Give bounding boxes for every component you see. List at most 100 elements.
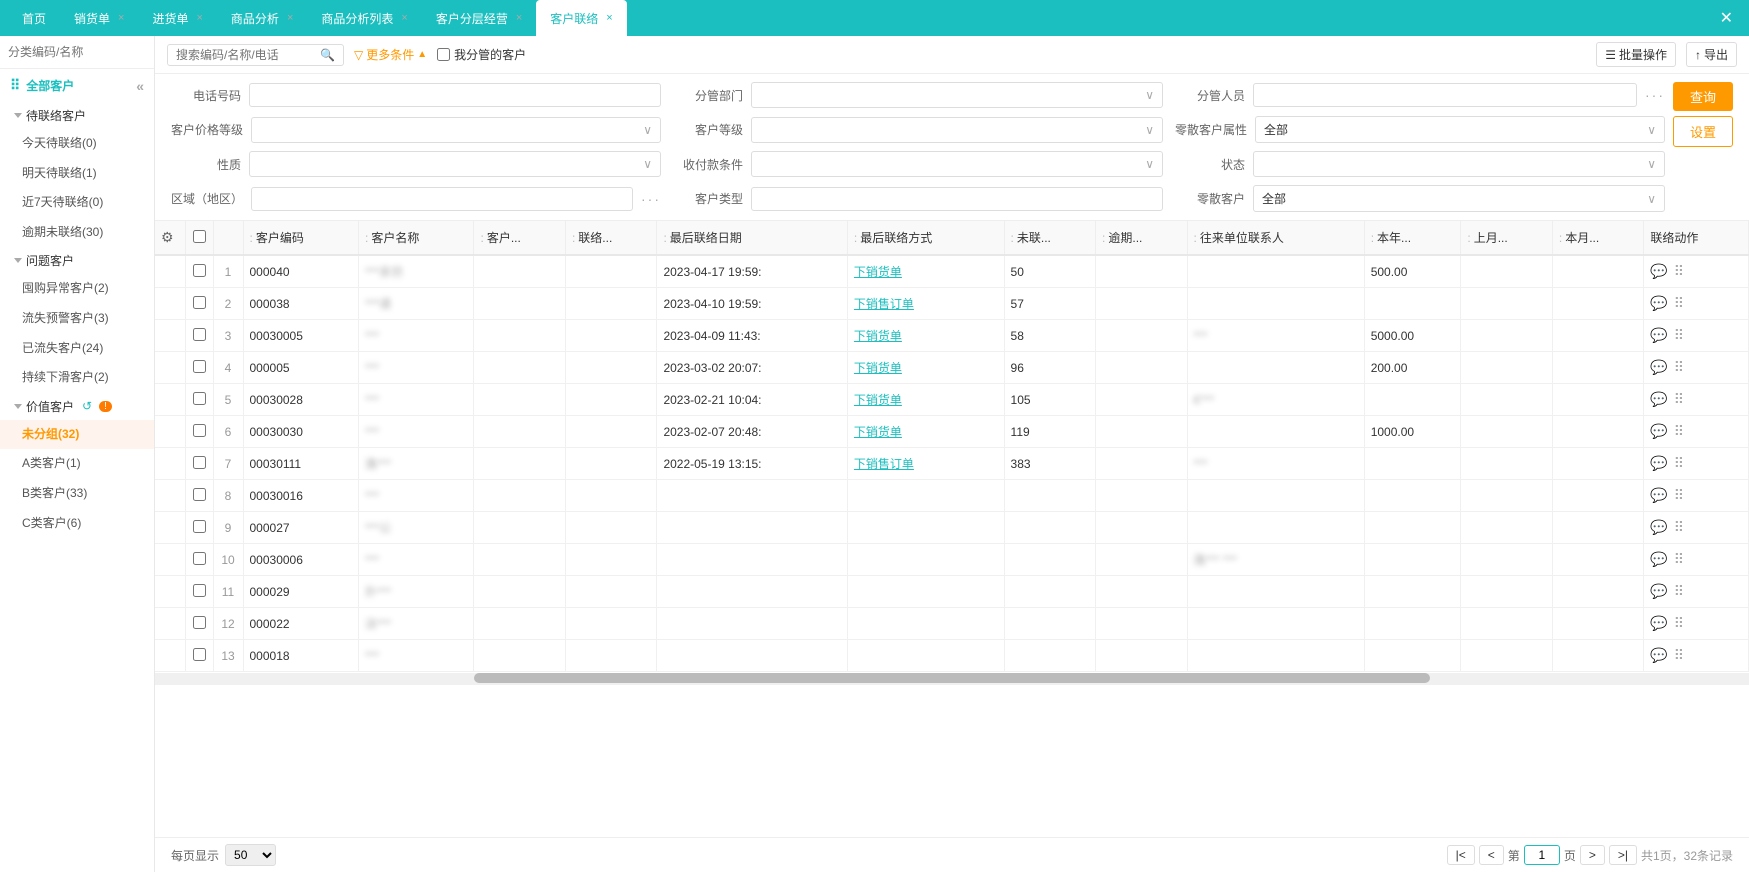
message-icon[interactable]: 💬: [1650, 615, 1667, 632]
more-conditions-btn[interactable]: ▽ 更多条件 ▲: [354, 46, 427, 63]
th-this-year[interactable]: :本年...: [1364, 221, 1461, 255]
message-icon[interactable]: 💬: [1650, 647, 1667, 664]
sidebar-item-churned[interactable]: 已流失客户(24): [0, 334, 154, 364]
message-icon[interactable]: 💬: [1650, 487, 1667, 504]
sidebar-item-abnormal[interactable]: 囤购异常客户(2): [0, 274, 154, 304]
message-icon[interactable]: 💬: [1650, 423, 1667, 440]
th-last-month[interactable]: :上月...: [1461, 221, 1552, 255]
th-overdue[interactable]: :逾期...: [1096, 221, 1187, 255]
my-customers-check[interactable]: [437, 48, 450, 61]
row-checkbox[interactable]: [193, 488, 206, 501]
sidebar-item-7days[interactable]: 近7天待联络(0): [0, 188, 154, 218]
customer-level-select[interactable]: ∨: [751, 117, 1163, 143]
sidebar-collapse-icon[interactable]: «: [136, 78, 144, 94]
grid-action-icon[interactable]: ⠿: [1674, 647, 1684, 664]
batch-op-btn[interactable]: ☰ 批量操作: [1596, 42, 1676, 67]
row-checkbox[interactable]: [193, 360, 206, 373]
reset-button[interactable]: 设置: [1673, 116, 1733, 147]
region-input[interactable]: [251, 187, 633, 211]
tab-product-analysis[interactable]: 商品分析 ×: [217, 0, 307, 36]
tab-sales-close[interactable]: ×: [118, 12, 124, 24]
row-checkbox[interactable]: [193, 328, 206, 341]
row-checkbox[interactable]: [193, 424, 206, 437]
grid-action-icon[interactable]: ⠿: [1674, 391, 1684, 408]
tab-product-analysis-close[interactable]: ×: [287, 12, 293, 24]
page-num-input[interactable]: [1524, 845, 1560, 865]
grid-action-icon[interactable]: ⠿: [1674, 359, 1684, 376]
first-page-btn[interactable]: |<: [1447, 845, 1475, 865]
grid-action-icon[interactable]: ⠿: [1674, 295, 1684, 312]
sidebar-item-tomorrow[interactable]: 明天待联络(1): [0, 159, 154, 189]
sidebar-item-ungrouped[interactable]: 未分组(32): [0, 420, 154, 450]
message-icon[interactable]: 💬: [1650, 519, 1667, 536]
tab-product-analysis-list-close[interactable]: ×: [401, 12, 407, 24]
sidebar-item-today[interactable]: 今天待联络(0): [0, 129, 154, 159]
phone-input[interactable]: [249, 83, 661, 107]
message-icon[interactable]: 💬: [1650, 455, 1667, 472]
last-method-link[interactable]: 下销售订单: [854, 297, 914, 311]
horizontal-scrollbar[interactable]: [155, 673, 1749, 685]
settings-icon[interactable]: ⚙: [161, 229, 174, 245]
message-icon[interactable]: 💬: [1650, 583, 1667, 600]
th-contact[interactable]: :联络...: [565, 221, 656, 255]
sidebar-item-declining[interactable]: 持续下滑客户(2): [0, 363, 154, 393]
all-customers-header[interactable]: ⠿ 全部客户 «: [0, 69, 154, 102]
person-input[interactable]: [1253, 83, 1637, 107]
row-checkbox[interactable]: [193, 584, 206, 597]
row-checkbox[interactable]: [193, 520, 206, 533]
row-checkbox[interactable]: [193, 648, 206, 661]
message-icon[interactable]: 💬: [1650, 295, 1667, 312]
region-ellipsis-btn[interactable]: ···: [641, 191, 661, 207]
price-level-select[interactable]: ∨: [251, 117, 661, 143]
tab-customer-segmentation[interactable]: 客户分层经营 ×: [422, 0, 536, 36]
sidebar-search-input[interactable]: [8, 45, 155, 59]
next-page-btn[interactable]: >: [1580, 845, 1605, 865]
tab-product-analysis-list[interactable]: 商品分析列表 ×: [307, 0, 421, 36]
prev-page-btn[interactable]: <: [1479, 845, 1504, 865]
sidebar-item-class-b[interactable]: B类客户(33): [0, 479, 154, 509]
th-code[interactable]: :客户编码: [243, 221, 358, 255]
per-page-select[interactable]: 50 100 200: [225, 844, 276, 866]
scrollbar-thumb[interactable]: [474, 673, 1430, 683]
message-icon[interactable]: 💬: [1650, 327, 1667, 344]
tab-sales[interactable]: 销货单 ×: [60, 0, 138, 36]
row-checkbox[interactable]: [193, 552, 206, 565]
search-input[interactable]: [176, 48, 316, 62]
grid-action-icon[interactable]: ⠿: [1674, 615, 1684, 632]
tab-customer-contact[interactable]: 客户联络 ×: [536, 0, 626, 36]
row-checkbox[interactable]: [193, 616, 206, 629]
sidebar-item-overdue-contact[interactable]: 逾期未联络(30): [0, 218, 154, 248]
tab-home[interactable]: 首页: [8, 0, 60, 36]
grid-action-icon[interactable]: ⠿: [1674, 455, 1684, 472]
nature-select[interactable]: ∨: [249, 151, 661, 177]
retail-cust-select[interactable]: 全部 ∨: [1253, 185, 1665, 212]
tab-purchase-close[interactable]: ×: [196, 12, 202, 24]
th-name[interactable]: :客户名称: [358, 221, 473, 255]
dept-select[interactable]: ∨: [751, 82, 1163, 108]
grid-action-icon[interactable]: ⠿: [1674, 327, 1684, 344]
select-all-checkbox[interactable]: [193, 230, 206, 243]
refresh-icon[interactable]: ↺: [82, 399, 92, 413]
export-btn[interactable]: ↑ 导出: [1686, 42, 1737, 67]
payment-select[interactable]: ∨: [751, 151, 1163, 177]
last-method-link[interactable]: 下销货单: [854, 425, 902, 439]
row-checkbox[interactable]: [193, 392, 206, 405]
row-checkbox[interactable]: [193, 264, 206, 277]
last-method-link[interactable]: 下销售订单: [854, 457, 914, 471]
grid-action-icon[interactable]: ⠿: [1674, 423, 1684, 440]
sidebar-group-value[interactable]: 价值客户 ↺ !: [0, 393, 154, 420]
grid-action-icon[interactable]: ⠿: [1674, 487, 1684, 504]
message-icon[interactable]: 💬: [1650, 263, 1667, 280]
th-unlinked[interactable]: :未联...: [1004, 221, 1095, 255]
th-last-method[interactable]: :最后联络方式: [847, 221, 1004, 255]
row-checkbox[interactable]: [193, 456, 206, 469]
sidebar-item-class-a[interactable]: A类客户(1): [0, 449, 154, 479]
grid-action-icon[interactable]: ⠿: [1674, 551, 1684, 568]
sidebar-group-pending[interactable]: 待联络客户: [0, 102, 154, 129]
th-settings[interactable]: ⚙: [155, 221, 185, 255]
grid-action-icon[interactable]: ⠿: [1674, 519, 1684, 536]
last-page-btn[interactable]: >|: [1609, 845, 1637, 865]
sidebar-group-problem[interactable]: 问题客户: [0, 247, 154, 274]
close-window-icon[interactable]: ✕: [1712, 8, 1741, 28]
my-customers-checkbox[interactable]: 我分管的客户: [437, 46, 526, 63]
